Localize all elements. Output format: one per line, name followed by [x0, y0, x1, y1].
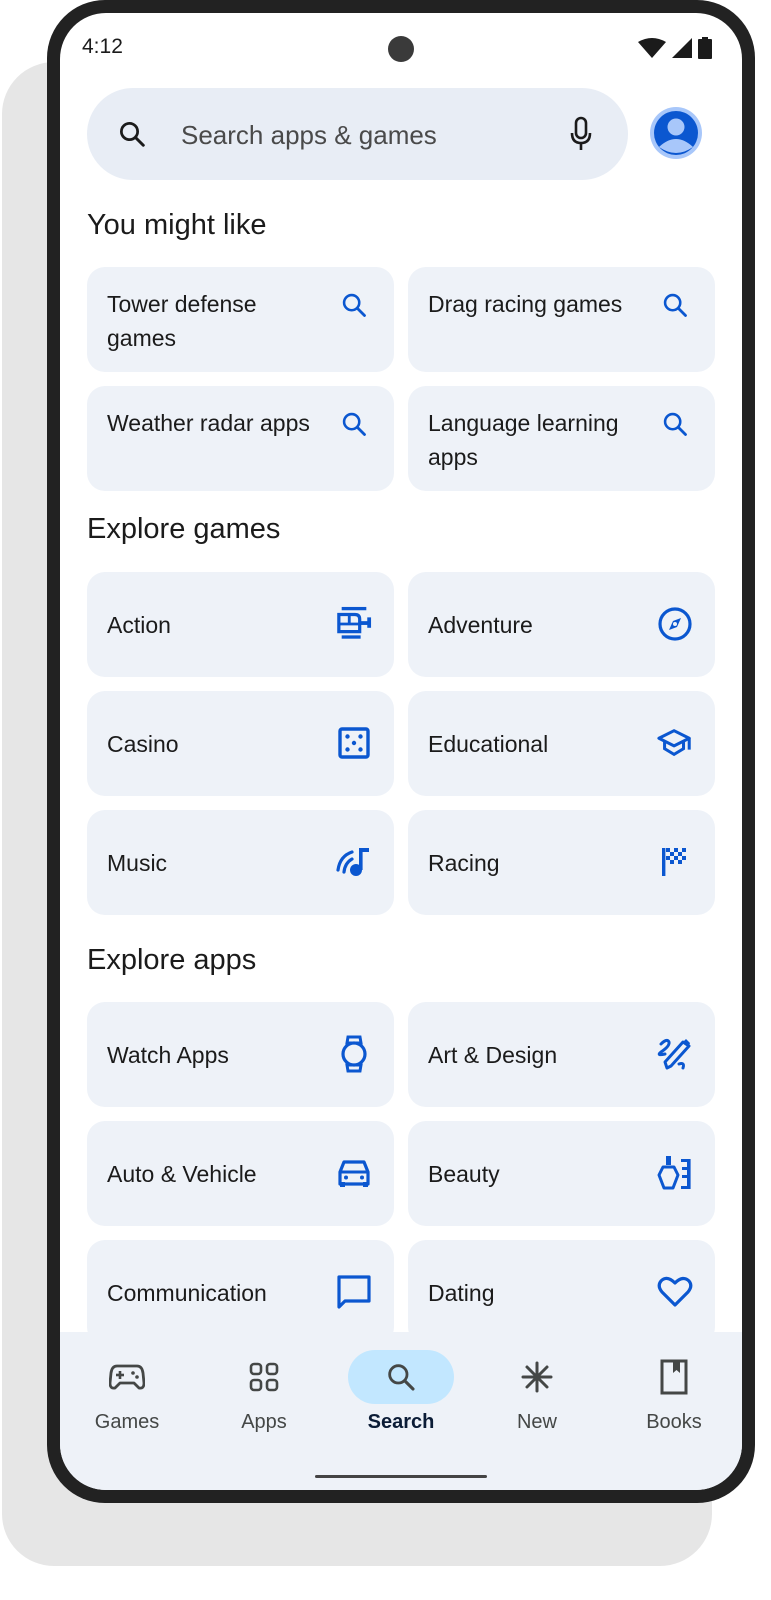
category-card-dating[interactable]: Dating [408, 1240, 715, 1345]
graduation-cap-icon [657, 725, 693, 761]
suggestion-card[interactable]: Language learning apps [408, 386, 715, 491]
category-card-educational[interactable]: Educational [408, 691, 715, 796]
category-label: Communication [107, 1279, 267, 1306]
dice-icon [336, 725, 372, 761]
nav-pill [621, 1350, 727, 1404]
category-card-art-design[interactable]: Art & Design [408, 1002, 715, 1107]
category-card-racing[interactable]: Racing [408, 810, 715, 915]
gamepad-icon [109, 1364, 145, 1390]
category-card-casino[interactable]: Casino [87, 691, 394, 796]
status-icons [638, 37, 712, 59]
asterisk-icon [521, 1361, 553, 1393]
search-input[interactable] [179, 114, 563, 156]
search-icon [657, 287, 693, 323]
nav-pill [74, 1350, 180, 1404]
battery-icon [698, 37, 712, 59]
category-card-action[interactable]: Action [87, 572, 394, 677]
search-icon [120, 122, 145, 147]
suggestion-label: Drag racing games [428, 291, 623, 317]
checkered-flag-icon [657, 844, 693, 880]
search-bar[interactable] [87, 88, 628, 180]
car-icon [336, 1155, 372, 1191]
helicopter-icon [336, 606, 372, 642]
gesture-home-bar[interactable] [315, 1475, 487, 1478]
category-card-communication[interactable]: Communication [87, 1240, 394, 1345]
category-label: Art & Design [428, 1041, 558, 1068]
watch-icon [336, 1035, 372, 1073]
category-label: Auto & Vehicle [107, 1160, 257, 1187]
category-label: Watch Apps [107, 1041, 229, 1068]
category-label: Beauty [428, 1160, 500, 1187]
nav-pill [484, 1350, 590, 1404]
status-bar: 4:12 [60, 13, 742, 73]
nail-polish-icon [657, 1155, 693, 1191]
category-label: Dating [428, 1279, 495, 1306]
nav-label: Games [94, 1411, 160, 1433]
draw-pen-icon [657, 1036, 693, 1072]
account-avatar[interactable] [650, 107, 702, 159]
nav-label: Apps [241, 1411, 287, 1433]
search-icon [336, 287, 372, 323]
music-note-icon [336, 844, 372, 880]
nav-pill-active [348, 1350, 454, 1404]
nav-label: New [516, 1411, 557, 1433]
heart-icon [657, 1274, 693, 1310]
section-title-explore-apps: Explore apps [87, 944, 257, 976]
suggestion-label: Language learning apps [428, 410, 619, 470]
category-label: Educational [428, 730, 549, 757]
suggestion-label: Weather radar apps [107, 410, 310, 436]
search-icon [657, 406, 693, 442]
search-icon [336, 406, 372, 442]
category-card-beauty[interactable]: Beauty [408, 1121, 715, 1226]
microphone-icon[interactable] [569, 116, 593, 152]
nav-label: Books [646, 1411, 702, 1433]
chat-bubble-icon [336, 1274, 372, 1310]
nav-item-search[interactable]: Search [341, 1350, 461, 1450]
suggestion-label: Tower defense games [107, 291, 257, 351]
suggestion-card[interactable]: Weather radar apps [87, 386, 394, 491]
suggestion-card[interactable]: Tower defense games [87, 267, 394, 372]
status-time: 4:12 [82, 35, 123, 58]
category-card-music[interactable]: Music [87, 810, 394, 915]
wifi-icon [638, 38, 666, 58]
category-label: Casino [107, 730, 179, 757]
category-card-adventure[interactable]: Adventure [408, 572, 715, 677]
nav-item-apps[interactable]: Apps [204, 1350, 324, 1450]
category-card-auto-vehicle[interactable]: Auto & Vehicle [87, 1121, 394, 1226]
person-icon [654, 111, 698, 155]
compass-icon [657, 606, 693, 642]
category-label: Racing [428, 849, 500, 876]
nav-item-games[interactable]: Games [67, 1350, 187, 1450]
category-card-watch-apps[interactable]: Watch Apps [87, 1002, 394, 1107]
section-title-you-might-like: You might like [87, 209, 267, 241]
suggestion-card[interactable]: Drag racing games [408, 267, 715, 372]
apps-grid-icon [249, 1362, 279, 1392]
cell-signal-icon [672, 38, 692, 58]
nav-label: Search [367, 1411, 435, 1433]
phone-frame: 4:12 You might like Tower defense games … [47, 0, 755, 1503]
bottom-navigation: Games Apps Search New Books [60, 1332, 742, 1490]
category-label: Music [107, 849, 168, 876]
nav-item-new[interactable]: New [477, 1350, 597, 1450]
book-icon [660, 1359, 688, 1395]
camera-cutout [388, 36, 414, 62]
category-label: Action [107, 611, 171, 638]
nav-pill [211, 1350, 317, 1404]
search-icon [388, 1364, 415, 1391]
nav-item-books[interactable]: Books [614, 1350, 734, 1450]
category-label: Adventure [428, 611, 533, 638]
phone-screen: 4:12 You might like Tower defense games … [60, 13, 742, 1490]
section-title-explore-games: Explore games [87, 513, 281, 545]
